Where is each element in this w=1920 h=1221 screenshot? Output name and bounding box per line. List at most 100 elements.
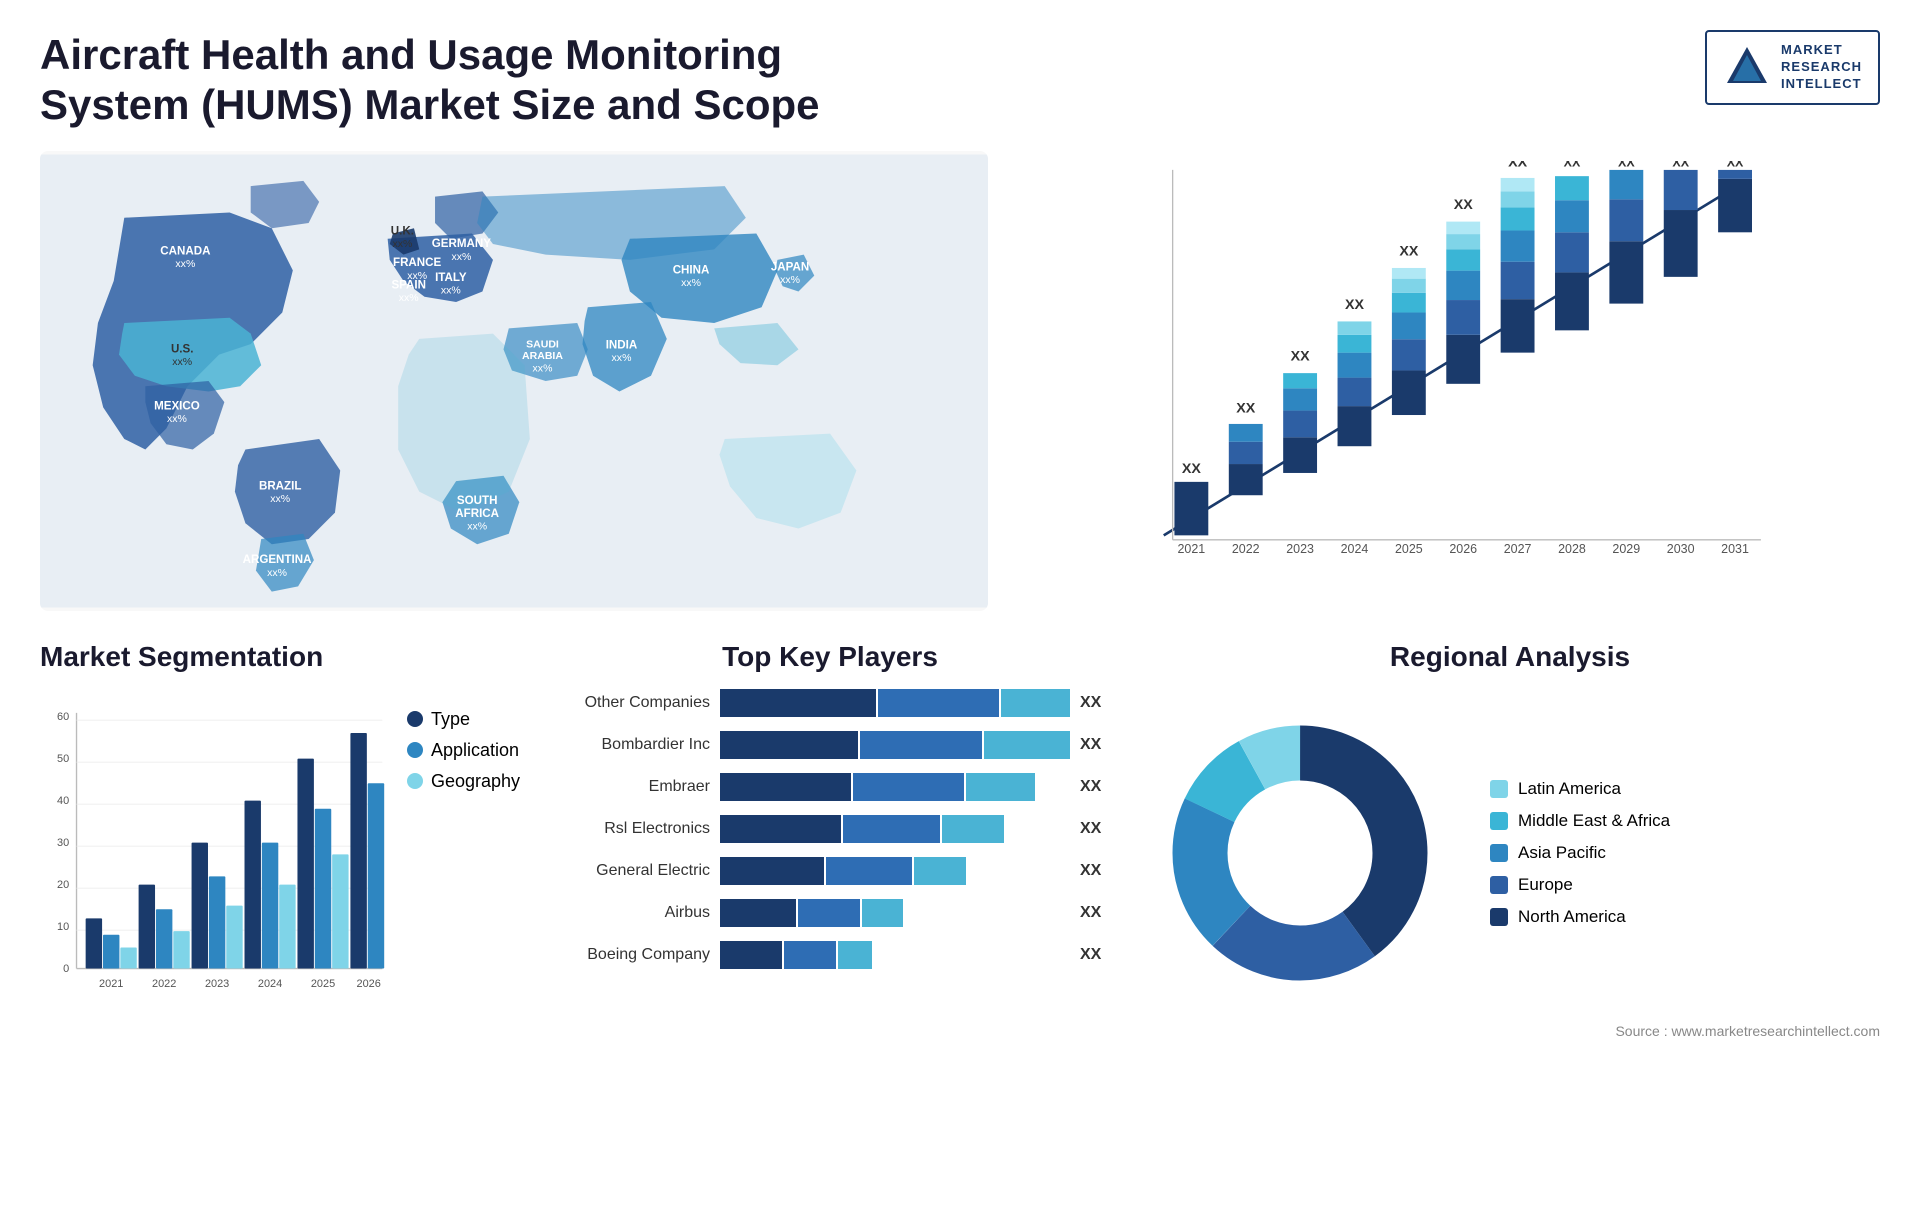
- bar-seg2: [784, 941, 836, 969]
- bar-seg3: [862, 899, 903, 927]
- svg-text:FRANCE: FRANCE: [393, 257, 442, 269]
- svg-text:2025: 2025: [311, 978, 335, 990]
- seg-chart-area: 0 10 20 30 40 50 60: [40, 689, 520, 1034]
- svg-text:2028: 2028: [1558, 542, 1586, 556]
- svg-text:xx%: xx%: [267, 567, 287, 579]
- seg-legend-geography: Geography: [407, 771, 520, 792]
- bar-seg1: [720, 857, 824, 885]
- svg-text:2022: 2022: [152, 978, 176, 990]
- logo-icon: [1723, 43, 1771, 91]
- players-list: Other Companies XX Bombardier Inc: [550, 689, 1110, 969]
- svg-text:2027: 2027: [1504, 542, 1532, 556]
- page-container: Aircraft Health and Usage Monitoring Sys…: [0, 0, 1920, 1221]
- bar-seg2: [853, 773, 964, 801]
- player-name-bombardier: Bombardier Inc: [550, 736, 710, 754]
- player-xx-bombardier: XX: [1080, 736, 1110, 754]
- bar-seg1: [720, 815, 841, 843]
- svg-text:0: 0: [63, 963, 69, 975]
- bar-chart-container: XX 2021 XX 2022 XX 2023: [1018, 151, 1880, 611]
- svg-text:INDIA: INDIA: [606, 339, 638, 351]
- player-xx-rsl: XX: [1080, 820, 1110, 838]
- svg-text:60: 60: [57, 711, 69, 723]
- player-row-ge: General Electric XX: [550, 857, 1110, 885]
- bar-seg2: [878, 689, 999, 717]
- svg-text:xx%: xx%: [533, 362, 553, 374]
- player-bar-embraer: [720, 773, 1070, 801]
- player-row-airbus: Airbus XX: [550, 899, 1110, 927]
- bar-seg1: [720, 689, 876, 717]
- player-bar-other: [720, 689, 1070, 717]
- bar-seg2: [860, 731, 981, 759]
- bar-seg2: [843, 815, 940, 843]
- svg-text:XX: XX: [1236, 400, 1256, 416]
- svg-text:xx%: xx%: [175, 258, 195, 270]
- map-container: CANADA xx% U.S. xx% MEXICO xx% BRAZIL xx…: [40, 151, 988, 611]
- svg-text:XX: XX: [1345, 297, 1365, 313]
- svg-text:2022: 2022: [1232, 542, 1260, 556]
- svg-text:XX: XX: [1727, 161, 1744, 169]
- svg-text:xx%: xx%: [467, 520, 487, 532]
- bar-chart-svg: XX 2021 XX 2022 XX 2023: [1018, 161, 1880, 571]
- logo: MARKET RESEARCH INTELLECT: [1705, 30, 1880, 105]
- svg-text:2030: 2030: [1667, 542, 1695, 556]
- seg-legend-application: Application: [407, 740, 520, 761]
- player-bar-rsl: [720, 815, 1070, 843]
- svg-text:2023: 2023: [205, 978, 229, 990]
- svg-text:40: 40: [57, 795, 69, 807]
- svg-text:U.S.: U.S.: [171, 343, 194, 355]
- svg-text:xx%: xx%: [172, 356, 192, 368]
- svg-text:xx%: xx%: [441, 284, 461, 296]
- key-players-section: Top Key Players Other Companies XX Bomba…: [550, 641, 1110, 1201]
- svg-text:2029: 2029: [1613, 542, 1641, 556]
- svg-text:CHINA: CHINA: [673, 264, 710, 276]
- player-name-ge: General Electric: [550, 862, 710, 880]
- svg-text:BRAZIL: BRAZIL: [259, 480, 301, 492]
- svg-text:XX: XX: [1508, 161, 1528, 170]
- bar-seg3: [1001, 689, 1070, 717]
- player-name-other: Other Companies: [550, 694, 710, 712]
- bar-seg3: [914, 857, 966, 885]
- bar-seg1: [720, 773, 851, 801]
- europe-color: [1490, 876, 1508, 894]
- svg-text:SPAIN: SPAIN: [391, 279, 426, 291]
- svg-text:XX: XX: [1564, 161, 1581, 169]
- svg-text:xx%: xx%: [612, 352, 632, 364]
- svg-text:50: 50: [57, 753, 69, 765]
- svg-text:2021: 2021: [99, 978, 123, 990]
- svg-text:JAPAN: JAPAN: [771, 261, 809, 273]
- svg-text:10: 10: [57, 921, 69, 933]
- segmentation-section: Market Segmentation 0 10 20 30 40 50: [40, 641, 520, 1201]
- regional-legend: Latin America Middle East & Africa Asia …: [1490, 779, 1670, 927]
- top-section: CANADA xx% U.S. xx% MEXICO xx% BRAZIL xx…: [40, 151, 1880, 611]
- player-bar-boeing: [720, 941, 1070, 969]
- regional-title: Regional Analysis: [1140, 641, 1880, 673]
- legend-middle-east: Middle East & Africa: [1490, 811, 1670, 831]
- bar-spacer: [874, 941, 1070, 969]
- svg-text:SAUDI: SAUDI: [526, 338, 559, 350]
- legend-europe: Europe: [1490, 875, 1670, 895]
- bar-seg2: [798, 899, 860, 927]
- player-row-boeing: Boeing Company XX: [550, 941, 1110, 969]
- player-name-airbus: Airbus: [550, 904, 710, 922]
- player-xx-ge: XX: [1080, 862, 1110, 880]
- svg-text:ARGENTINA: ARGENTINA: [243, 554, 312, 566]
- player-row-rsl: Rsl Electronics XX: [550, 815, 1110, 843]
- svg-text:ARABIA: ARABIA: [522, 350, 563, 362]
- svg-text:XX: XX: [1291, 348, 1311, 364]
- svg-text:xx%: xx%: [167, 413, 187, 425]
- player-xx-boeing: XX: [1080, 946, 1110, 964]
- seg-grouped-bar-chart: 0 10 20 30 40 50 60: [40, 689, 387, 1034]
- segmentation-title: Market Segmentation: [40, 641, 520, 673]
- legend-north-america: North America: [1490, 907, 1670, 927]
- svg-text:2024: 2024: [258, 978, 282, 990]
- player-row-bombardier: Bombardier Inc XX: [550, 731, 1110, 759]
- bar-seg3: [966, 773, 1035, 801]
- svg-text:2023: 2023: [1286, 542, 1314, 556]
- svg-text:MEXICO: MEXICO: [154, 400, 200, 412]
- svg-text:ITALY: ITALY: [435, 272, 467, 284]
- svg-text:2026: 2026: [1449, 542, 1477, 556]
- player-name-boeing: Boeing Company: [550, 946, 710, 964]
- svg-text:xx%: xx%: [270, 493, 290, 505]
- svg-text:xx%: xx%: [681, 277, 701, 289]
- svg-text:XX: XX: [1618, 161, 1635, 169]
